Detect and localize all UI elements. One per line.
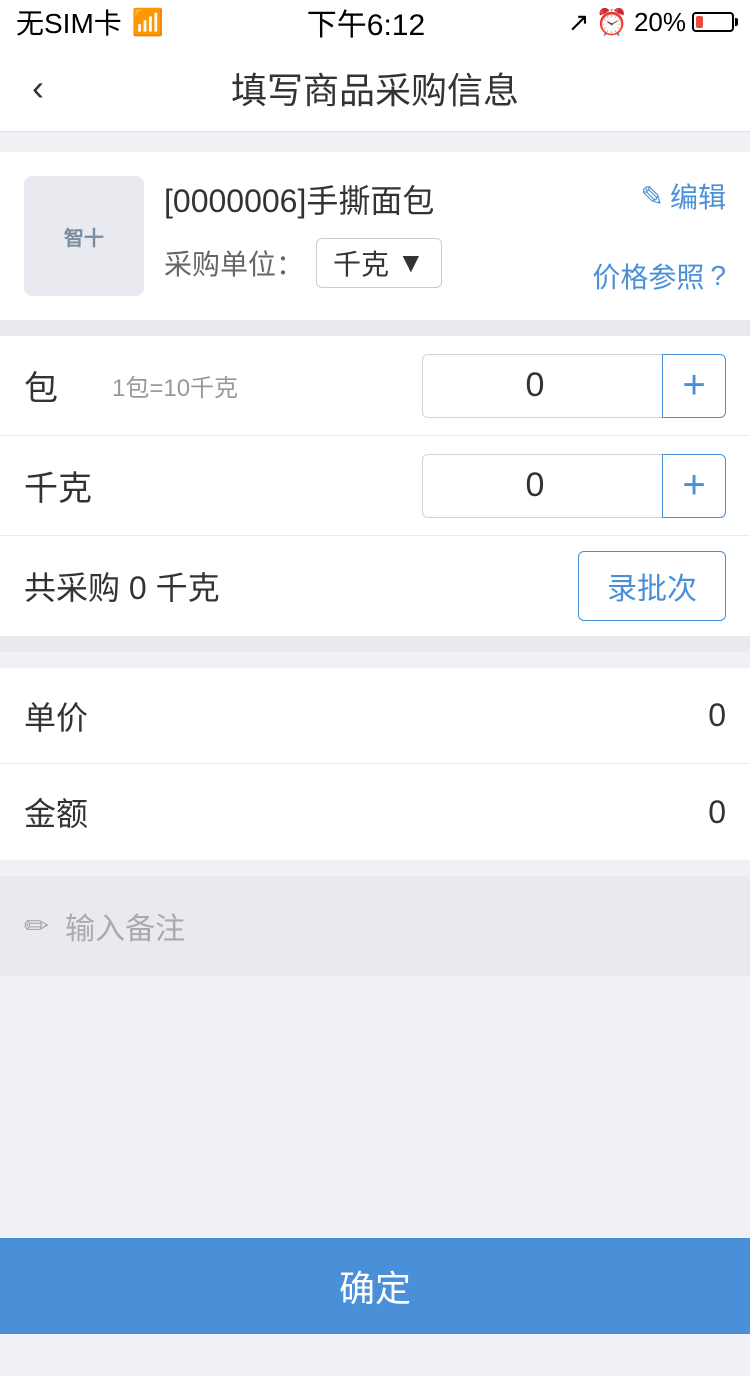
qty-input-bao[interactable] — [422, 354, 662, 418]
batch-button[interactable]: 录批次 — [578, 551, 726, 621]
page-title: 填写商品采购信息 — [231, 62, 519, 114]
section-divider-2 — [0, 636, 750, 652]
unit-price-label: 单价 — [24, 693, 88, 739]
section-divider-1 — [0, 320, 750, 336]
alarm-icon: ⏰ — [596, 7, 628, 38]
qty-label-bao: 包 — [24, 361, 104, 410]
unit-value: 千克 — [333, 243, 389, 283]
quantity-section: 包 1包=10千克 + 千克 + — [0, 336, 750, 536]
back-button[interactable]: ‹ — [24, 59, 52, 117]
amount-row: 金额 0 — [0, 764, 750, 860]
edit-icon: ✎ — [641, 180, 664, 213]
price-ref-label: 价格参照 — [592, 256, 704, 296]
quantity-row-kg: 千克 + — [0, 436, 750, 536]
status-bar: 无SIM卡 📶 下午6:12 ↗ ⏰ 20% — [0, 0, 750, 44]
qty-input-group-kg: + — [422, 454, 726, 518]
summary-row: 共采购 0 千克 录批次 — [0, 536, 750, 636]
status-left: 无SIM卡 📶 — [16, 2, 164, 42]
qty-plus-bao[interactable]: + — [662, 354, 726, 418]
unit-price-value: 0 — [708, 697, 726, 734]
battery-pct: 20% — [634, 7, 686, 38]
unit-dropdown[interactable]: 千克 ▼ — [316, 238, 442, 288]
unit-label: 采购单位： — [164, 243, 304, 283]
product-section: 智十 [0000006]手撕面包 采购单位： 千克 ▼ ✎ 编辑 价格参照 ? — [0, 152, 750, 320]
notes-section[interactable]: ✏ 输入备注 — [0, 876, 750, 976]
qty-input-kg[interactable] — [422, 454, 662, 518]
qty-plus-kg[interactable]: + — [662, 454, 726, 518]
confirm-button[interactable]: 确定 — [0, 1238, 750, 1334]
quantity-row-bao: 包 1包=10千克 + — [0, 336, 750, 436]
qty-label-kg: 千克 — [24, 461, 104, 510]
unit-price-row: 单价 0 — [0, 668, 750, 764]
time-label: 下午6:12 — [307, 0, 425, 44]
location-icon: ↗ — [568, 7, 590, 38]
chevron-down-icon: ▼ — [397, 247, 425, 279]
product-image: 智十 — [24, 176, 144, 296]
carrier-label: 无SIM卡 — [16, 2, 122, 42]
status-right: ↗ ⏰ 20% — [568, 7, 734, 38]
edit-button[interactable]: ✎ 编辑 — [641, 176, 726, 216]
qty-input-group-bao: + — [422, 354, 726, 418]
wifi-icon: 📶 — [132, 7, 164, 38]
summary-text: 共采购 0 千克 — [24, 563, 220, 609]
amount-label: 金额 — [24, 789, 88, 835]
product-logo: 智十 — [64, 222, 104, 251]
nav-bar: ‹ 填写商品采购信息 — [0, 44, 750, 132]
price-section: 单价 0 金额 0 — [0, 668, 750, 860]
notes-placeholder: 输入备注 — [65, 904, 185, 948]
pencil-icon: ✏ — [24, 909, 49, 944]
edit-label: 编辑 — [670, 176, 726, 216]
price-ref-button[interactable]: 价格参照 ? — [592, 256, 726, 296]
help-icon: ? — [710, 260, 726, 292]
battery-icon — [692, 12, 734, 32]
qty-sub-bao: 1包=10千克 — [112, 368, 422, 403]
amount-value: 0 — [708, 794, 726, 831]
